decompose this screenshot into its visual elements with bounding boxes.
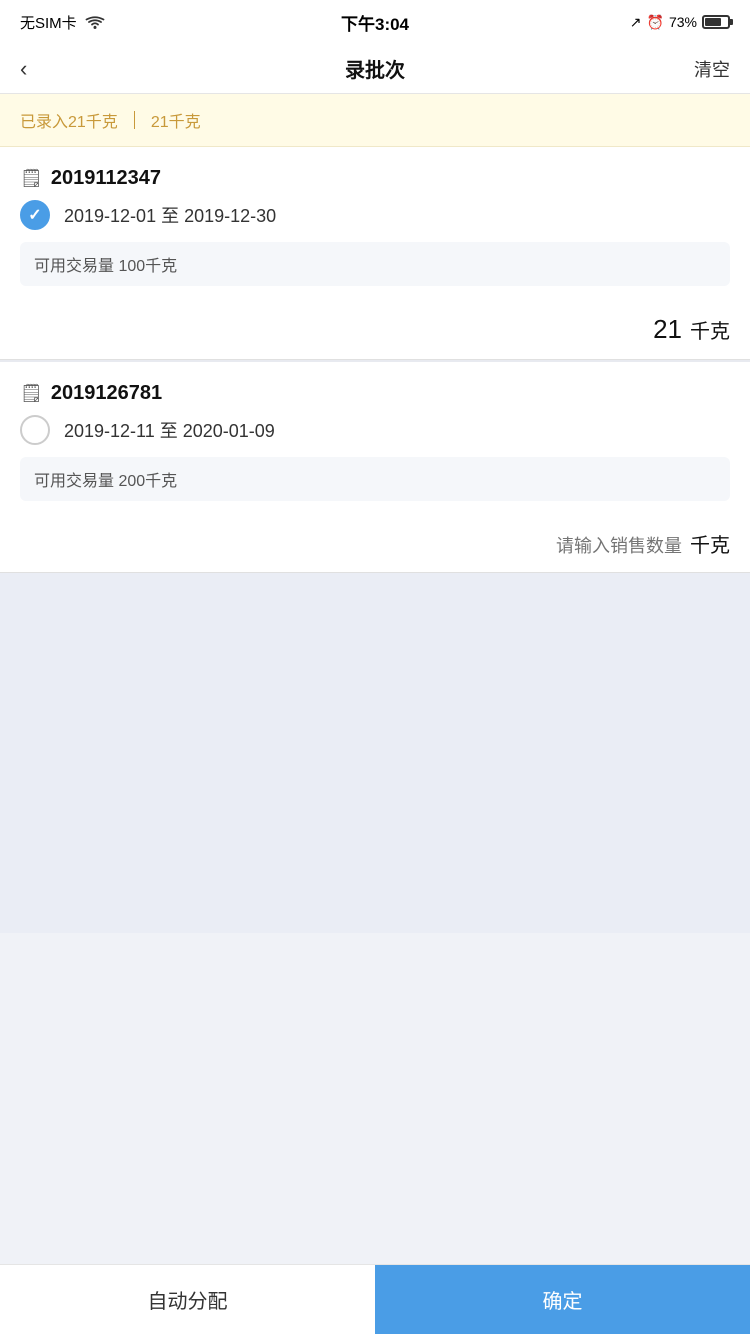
batch1-amount-unit: 千克 — [690, 315, 730, 344]
recorded-label: 已录入21千克 — [20, 108, 118, 132]
no-sim-label: 无SIM卡 — [20, 12, 77, 33]
batch1-amount-row: 21 千克 — [0, 302, 750, 360]
bottom-bar: 自动分配 确定 — [0, 1264, 750, 1334]
status-left: 无SIM卡 — [20, 12, 105, 33]
batch2-header: 🗒 2019126781 — [20, 382, 730, 405]
battery-percent: 73% — [669, 14, 697, 30]
status-time: 下午3:04 — [341, 10, 409, 35]
info-bar: 已录入21千克 21千克 — [0, 94, 750, 147]
batch2-row: 2019-12-11 至 2020-01-09 — [20, 415, 730, 445]
batch1-avail: 可用交易量 100千克 — [20, 242, 730, 286]
page-title: 录批次 — [345, 54, 405, 83]
nav-bar: ‹ 录批次 清空 — [0, 44, 750, 94]
confirm-button[interactable]: 确定 — [375, 1265, 750, 1334]
empty-area — [0, 573, 750, 933]
batch1-row: 2019-12-01 至 2019-12-30 — [20, 200, 730, 230]
wifi-icon — [85, 15, 105, 30]
batch1-header: 🗒 2019112347 — [20, 167, 730, 190]
location-icon: ↗ — [630, 14, 642, 31]
batch2-avail: 可用交易量 200千克 — [20, 457, 730, 501]
recorded-amount: 21千克 — [151, 108, 201, 132]
alarm-icon: ⏰ — [647, 14, 664, 31]
batch2-id: 2019126781 — [51, 382, 162, 405]
status-right: ↗ ⏰ 73% — [630, 14, 730, 31]
batch1-id: 2019112347 — [51, 167, 161, 190]
batch2-date-range: 2019-12-11 至 2020-01-09 — [64, 417, 275, 443]
batch1-date-range: 2019-12-01 至 2019-12-30 — [64, 202, 276, 228]
back-button[interactable]: ‹ — [20, 56, 60, 82]
batch2-unit: 千克 — [690, 529, 730, 558]
batch2-input-row[interactable]: 千克 — [0, 517, 750, 573]
batch1-card: 🗒 2019112347 2019-12-01 至 2019-12-30 可用交… — [0, 147, 750, 302]
clear-button[interactable]: 清空 — [694, 56, 730, 82]
batch1-doc-icon: 🗒 — [20, 168, 43, 189]
batch1-radio[interactable] — [20, 200, 50, 230]
batch2-quantity-input[interactable] — [482, 536, 682, 557]
batch2-doc-icon: 🗒 — [20, 383, 43, 404]
batch1-amount-value: 21 — [653, 314, 682, 345]
status-bar: 无SIM卡 下午3:04 ↗ ⏰ 73% — [0, 0, 750, 44]
batch2-radio[interactable] — [20, 415, 50, 445]
battery-icon — [702, 15, 730, 29]
info-divider — [134, 111, 135, 129]
auto-distribute-button[interactable]: 自动分配 — [0, 1265, 375, 1334]
batch2-card: 🗒 2019126781 2019-12-11 至 2020-01-09 可用交… — [0, 362, 750, 517]
